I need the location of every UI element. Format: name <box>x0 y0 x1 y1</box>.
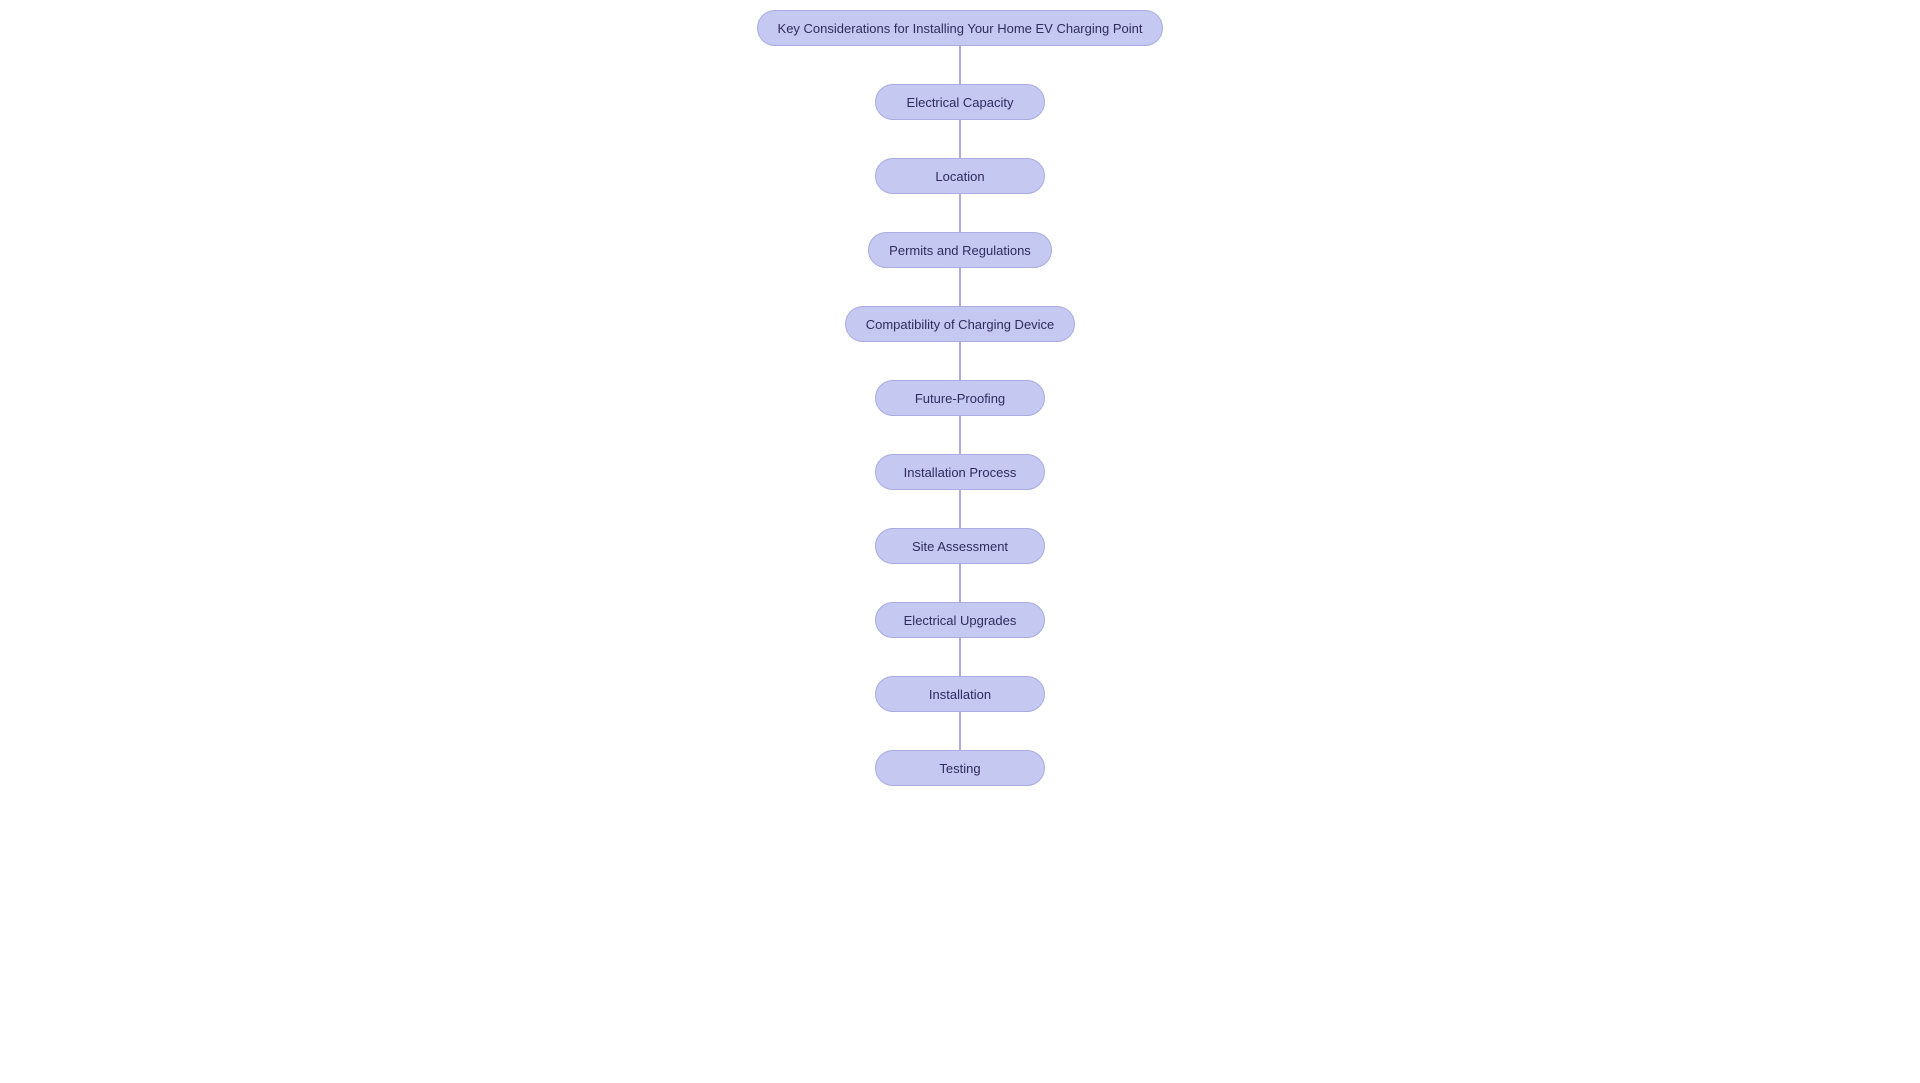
node-compatibility-of-charging-device: Compatibility of Charging Device <box>845 306 1076 342</box>
node-root: Key Considerations for Installing Your H… <box>757 10 1164 46</box>
node-installation-process: Installation Process <box>875 454 1045 490</box>
node-site-assessment: Site Assessment <box>875 528 1045 564</box>
connector-1 <box>959 46 961 84</box>
connector-3 <box>959 194 961 232</box>
connector-4 <box>959 268 961 306</box>
node-location: Location <box>875 158 1045 194</box>
node-future-proofing: Future-Proofing <box>875 380 1045 416</box>
connector-5 <box>959 342 961 380</box>
node-installation: Installation <box>875 676 1045 712</box>
connector-6 <box>959 416 961 454</box>
connector-8 <box>959 564 961 602</box>
node-electrical-capacity: Electrical Capacity <box>875 84 1045 120</box>
node-electrical-upgrades: Electrical Upgrades <box>875 602 1045 638</box>
flowchart-diagram: Key Considerations for Installing Your H… <box>0 0 1920 786</box>
connector-10 <box>959 712 961 750</box>
connector-9 <box>959 638 961 676</box>
connector-7 <box>959 490 961 528</box>
node-permits-and-regulations: Permits and Regulations <box>868 232 1052 268</box>
node-testing: Testing <box>875 750 1045 786</box>
connector-2 <box>959 120 961 158</box>
